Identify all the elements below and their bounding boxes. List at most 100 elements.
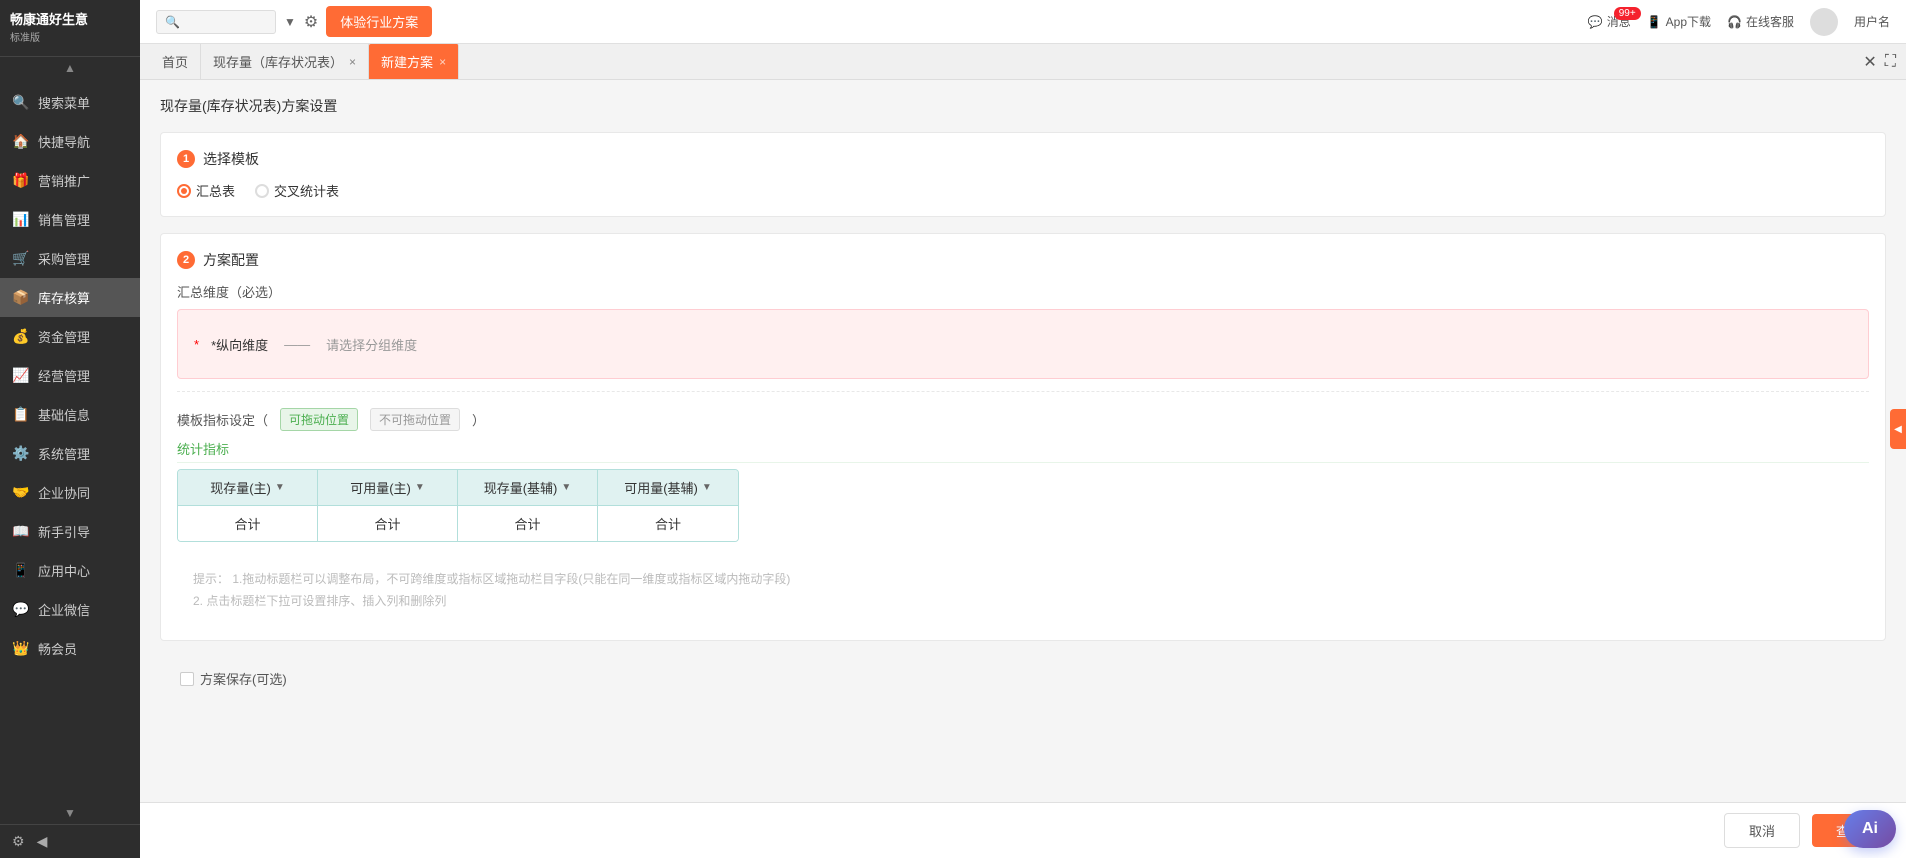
tab-new-scheme[interactable]: 新建方案 × — [369, 44, 459, 79]
sidebar-item-label: 快捷导航 — [38, 132, 90, 151]
headset-icon: 🎧 — [1727, 15, 1742, 29]
ai-float-button[interactable]: Ai — [1844, 810, 1896, 848]
sidebar-item-enterprise[interactable]: 🤝 企业协同 — [0, 473, 140, 512]
sidebar-item-new-guide[interactable]: 📖 新手引导 — [0, 512, 140, 551]
settings-icon[interactable]: ⚙ — [12, 833, 25, 850]
trial-btn[interactable]: 体验行业方案 — [326, 6, 432, 37]
gear-icon: ⚙️ — [12, 444, 30, 462]
section2-title: 方案配置 — [203, 250, 259, 270]
sidebar-scroll-up[interactable]: ▲ — [0, 57, 140, 79]
sidebar-item-search-menu[interactable]: 🔍 搜索菜单 — [0, 83, 140, 122]
sidebar-scroll-down[interactable]: ▼ — [0, 802, 140, 824]
search-menu-icon: 🔍 — [12, 93, 30, 111]
right-edge-toggle[interactable]: ◀ — [1890, 409, 1906, 449]
tab-inventory-close-icon[interactable]: × — [349, 55, 356, 69]
sidebar-item-finance[interactable]: 💰 资金管理 — [0, 317, 140, 356]
sidebar-item-marketing[interactable]: 🎁 营销推广 — [0, 161, 140, 200]
app-download-btn[interactable]: 📱 App下载 — [1647, 13, 1711, 30]
col-header-2[interactable]: 现存量(基辅) ▼ — [458, 470, 598, 505]
tab-expand-icon[interactable]: ⛶ — [1885, 53, 1896, 71]
col-header-0[interactable]: 现存量(主) ▼ — [178, 470, 318, 505]
tab-home[interactable]: 首页 — [150, 44, 201, 79]
save-label: 方案保存(可选) — [200, 669, 287, 688]
sidebar-item-label: 采购管理 — [38, 249, 90, 268]
col-dropdown-1[interactable]: ▼ — [415, 482, 425, 493]
section1-title: 选择模板 — [203, 149, 259, 169]
messages-btn[interactable]: 💬 消息 99+ — [1588, 13, 1631, 30]
col-dropdown-0[interactable]: ▼ — [275, 482, 285, 493]
stat-table-header: 现存量(主) ▼ 可用量(主) ▼ 现存量(基辅) ▼ 可用量(基辅) — [178, 470, 738, 505]
sidebar-item-label: 企业微信 — [38, 600, 90, 619]
section-template: 1 选择模板 汇总表 交叉统计表 — [160, 132, 1886, 217]
section2-header: 2 方案配置 — [177, 250, 1869, 270]
mobile-icon: 📱 — [12, 561, 30, 579]
cell-3: 合计 — [598, 506, 738, 541]
tips-section: 提示： 1.拖动标题栏可以调整布局，不可跨维度或指标区域拖动栏目字段(只能在同一… — [177, 557, 1869, 624]
col-dropdown-2[interactable]: ▼ — [561, 482, 571, 493]
sidebar-item-purchase[interactable]: 🛒 采购管理 — [0, 239, 140, 278]
operations-icon: 📈 — [12, 366, 30, 384]
collapse-icon[interactable]: ◀ — [37, 833, 48, 850]
sidebar-item-app-center[interactable]: 📱 应用中心 — [0, 551, 140, 590]
topbar-right: 💬 消息 99+ 📱 App下载 🎧 在线客服 用户名 — [1588, 8, 1890, 36]
tip-line-2: 2. 点击标题栏下拉可设置排序、插入列和删除列 — [193, 591, 1853, 613]
sidebar: 畅康通好生意 标准版 ▲ 🔍 搜索菜单 🏠 快捷导航 🎁 营销推广 📊 销售管理… — [0, 0, 140, 858]
sidebar-menu: 🔍 搜索菜单 🏠 快捷导航 🎁 营销推广 📊 销售管理 🛒 采购管理 📦 库存核… — [0, 79, 140, 802]
stat-table-body: 合计 合计 合计 合计 — [178, 505, 738, 541]
col-header-1[interactable]: 可用量(主) ▼ — [318, 470, 458, 505]
sidebar-item-wechat[interactable]: 💬 企业微信 — [0, 590, 140, 629]
sidebar-item-quick-nav[interactable]: 🏠 快捷导航 — [0, 122, 140, 161]
cell-2: 合计 — [458, 506, 598, 541]
tab-close-all-icon[interactable]: ✕ — [1863, 52, 1876, 72]
avatar — [1810, 8, 1838, 36]
tab-home-label: 首页 — [162, 52, 188, 71]
template-radio-group: 汇总表 交叉统计表 — [177, 181, 1869, 200]
sidebar-item-label: 经营管理 — [38, 366, 90, 385]
col-header-3[interactable]: 可用量(基辅) ▼ — [598, 470, 738, 505]
sidebar-item-vip[interactable]: 👑 畅会员 — [0, 629, 140, 668]
sidebar-item-label: 销售管理 — [38, 210, 90, 229]
topbar-dropdown[interactable]: ▼ — [284, 15, 296, 29]
sidebar-item-operations[interactable]: 📈 经营管理 — [0, 356, 140, 395]
online-service-btn[interactable]: 🎧 在线客服 — [1727, 13, 1794, 30]
radio-cross-circle — [255, 184, 269, 198]
radio-cross[interactable]: 交叉统计表 — [255, 181, 339, 200]
tabbar: 首页 现存量（库存状况表） × 新建方案 × ✕ ⛶ — [140, 44, 1906, 80]
username[interactable]: 用户名 — [1854, 13, 1890, 30]
handshake-icon: 🤝 — [12, 483, 30, 501]
app-name: 畅康通好生意 — [10, 12, 130, 29]
tab-new-scheme-close-icon[interactable]: × — [439, 55, 446, 69]
sidebar-item-label: 系统管理 — [38, 444, 90, 463]
book-icon: 📖 — [12, 522, 30, 540]
required-mark: * — [194, 337, 199, 352]
col-label-2: 现存量(基辅) — [484, 478, 558, 497]
tab-inventory-status[interactable]: 现存量（库存状况表） × — [201, 44, 369, 79]
phone-icon: 📱 — [1647, 15, 1662, 29]
topbar-gear-icon[interactable]: ⚙ — [304, 12, 318, 32]
radio-summary[interactable]: 汇总表 — [177, 181, 235, 200]
col-label-0: 现存量(主) — [210, 478, 271, 497]
radio-cross-label: 交叉统计表 — [274, 181, 339, 200]
indicator-nondraggable-tag: 不可拖动位置 — [370, 408, 460, 431]
sidebar-item-basic-info[interactable]: 📋 基础信息 — [0, 395, 140, 434]
sidebar-item-inventory[interactable]: 📦 库存核算 — [0, 278, 140, 317]
sidebar-item-label: 企业协同 — [38, 483, 90, 502]
vertical-dim-label: *纵向维度 — [211, 335, 268, 354]
sidebar-item-sales[interactable]: 📊 销售管理 — [0, 200, 140, 239]
messages-badge: 99+ — [1614, 7, 1641, 20]
sidebar-item-label: 资金管理 — [38, 327, 90, 346]
content-area: 现存量(库存状况表)方案设置 1 选择模板 汇总表 交叉统计表 2 — [140, 80, 1906, 802]
cancel-button[interactable]: 取消 — [1724, 813, 1800, 848]
search-area[interactable]: 🔍 — [156, 10, 276, 34]
message-icon: 💬 — [1588, 15, 1603, 29]
col-dropdown-3[interactable]: ▼ — [702, 482, 712, 493]
main-area: 🔍 ▼ ⚙ 体验行业方案 💬 消息 99+ 📱 App下载 🎧 在线客服 用户名 — [140, 0, 1906, 858]
sidebar-item-sys-mgmt[interactable]: ⚙️ 系统管理 — [0, 434, 140, 473]
sidebar-item-label: 应用中心 — [38, 561, 90, 580]
sidebar-item-label: 新手引导 — [38, 522, 90, 541]
dimension-selector-box[interactable]: * *纵向维度 —— 请选择分组维度 — [177, 309, 1869, 379]
save-checkbox[interactable]: 方案保存(可选) — [180, 669, 287, 688]
dim-required-label: 汇总维度（必选） — [177, 282, 1869, 301]
section2-num: 2 — [177, 251, 195, 269]
stat-table: 现存量(主) ▼ 可用量(主) ▼ 现存量(基辅) ▼ 可用量(基辅) — [177, 469, 739, 542]
